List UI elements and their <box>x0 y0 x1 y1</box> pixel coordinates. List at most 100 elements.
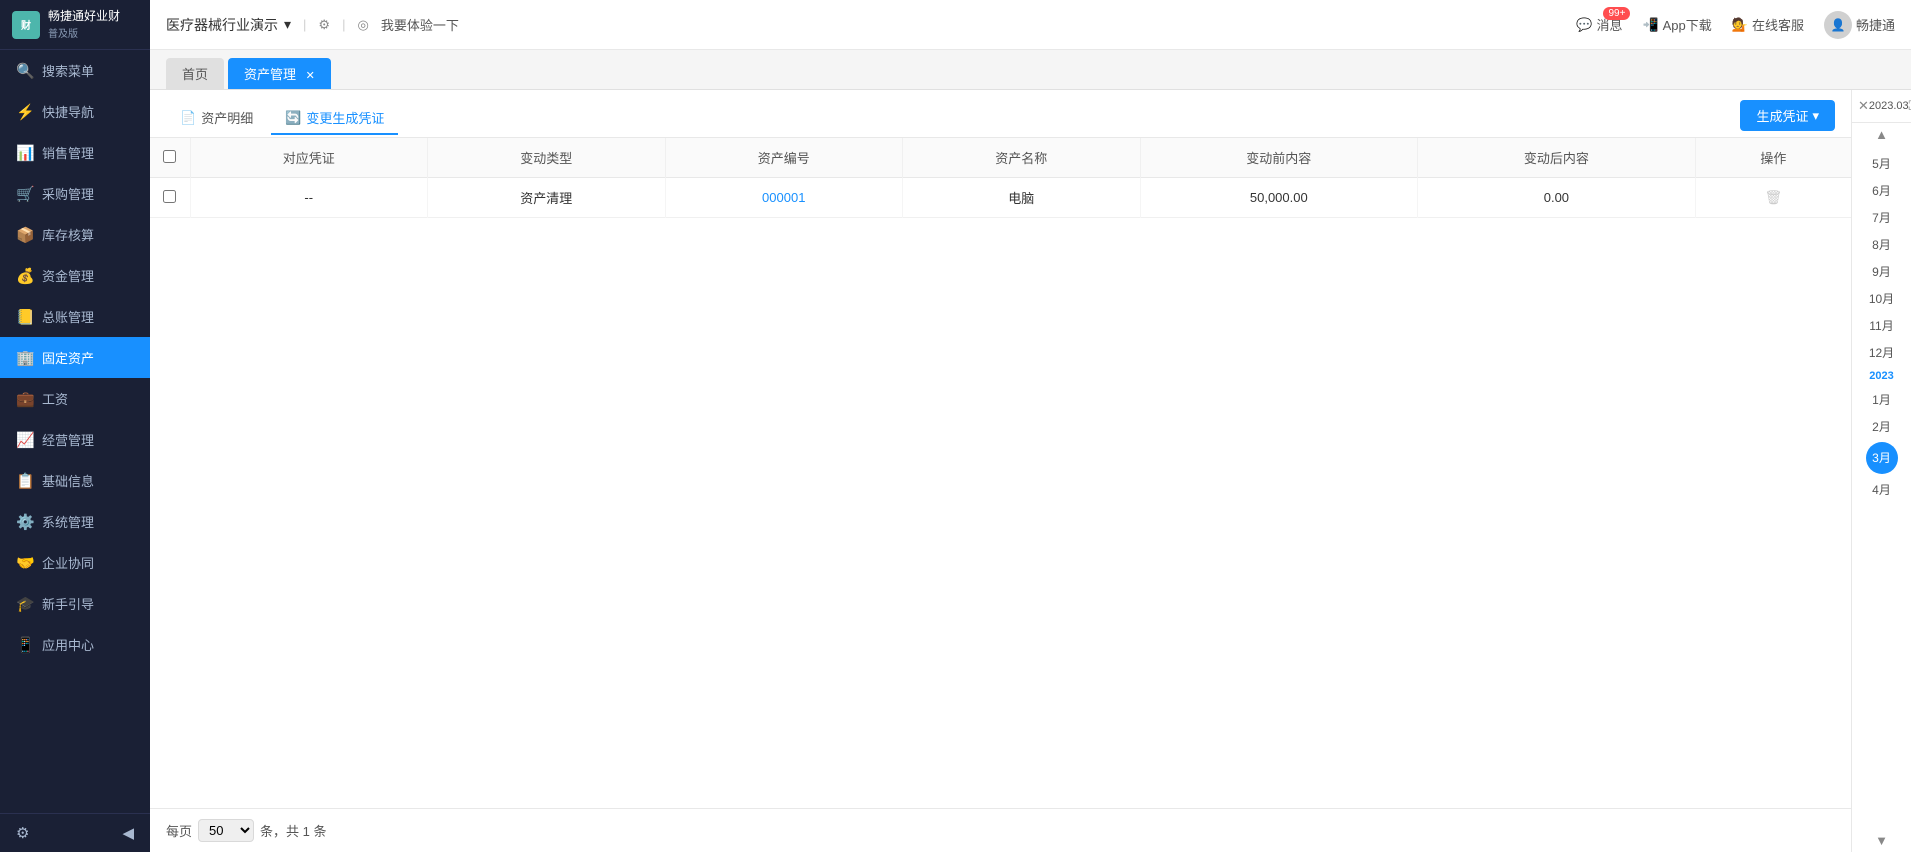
per-page-label: 每页 <box>166 821 192 840</box>
month-item[interactable]: 10月 <box>1852 285 1911 312</box>
sidebar-item-fixedasset[interactable]: 🏢 固定资产 <box>0 337 150 378</box>
topbar: 医疗器械行业演示 ▾ | ⚙ | ◎ 我要体验一下 💬 消息 99+ 📲 App… <box>150 0 1911 50</box>
appcenter-icon: 📱 <box>16 636 34 654</box>
sidebar-item-purchase[interactable]: 🛒 采购管理 <box>0 173 150 214</box>
generate-voucher-button[interactable]: 生成凭证 ▾ <box>1740 100 1835 131</box>
purchase-icon: 🛒 <box>16 185 34 203</box>
sidebar-item-salary[interactable]: 💼 工资 <box>0 378 150 419</box>
month-item[interactable]: 1月 <box>1852 386 1911 413</box>
month-item[interactable]: 3月 <box>1866 442 1898 474</box>
col-change-type: 变动类型 <box>428 138 666 178</box>
guide-icon: 🎓 <box>16 595 34 613</box>
row-before-change: 50,000.00 <box>1140 178 1418 218</box>
row-asset-code: 000001 <box>665 178 903 218</box>
sidebar-system-label: 系统管理 <box>42 512 94 531</box>
col-before-change: 变动前内容 <box>1140 138 1418 178</box>
side-panel-nav-down[interactable]: ▼ <box>1852 829 1911 852</box>
sidebar-salary-label: 工资 <box>42 389 68 408</box>
sidebar-item-guide[interactable]: 🎓 新手引导 <box>0 583 150 624</box>
online-service-label: 在线客服 <box>1752 15 1804 34</box>
sidebar-item-inventory[interactable]: 📦 库存核算 <box>0 214 150 255</box>
month-item[interactable]: 7月 <box>1852 204 1911 231</box>
system-icon: ⚙️ <box>16 513 34 531</box>
tab-change-voucher[interactable]: 🔄 变更生成凭证 <box>271 102 398 135</box>
sidebar-item-collab[interactable]: 🤝 企业协同 <box>0 542 150 583</box>
sidebar-ledger-label: 总账管理 <box>42 307 94 326</box>
collapse-icon[interactable]: ◀ <box>122 824 134 842</box>
sidebar: 财 畅捷通好业财 普及版 🔍 搜索菜单 ⚡ 快捷导航 📊 销售管理 🛒 采购管理… <box>0 0 150 852</box>
service-icon: 💁 <box>1732 17 1748 33</box>
sidebar-item-appcenter[interactable]: 📱 应用中心 <box>0 624 150 665</box>
sidebar-menu: 🔍 搜索菜单 ⚡ 快捷导航 📊 销售管理 🛒 采购管理 📦 库存核算 💰 资金管… <box>0 50 150 813</box>
sidebar-quicknav-label: 快捷导航 <box>42 102 94 121</box>
sidebar-search-label: 搜索菜单 <box>42 61 94 80</box>
col-asset-name: 资产名称 <box>903 138 1141 178</box>
operations-icon: 📈 <box>16 431 34 449</box>
month-item[interactable]: 4月 <box>1852 476 1911 503</box>
col-checkbox <box>150 138 190 178</box>
side-panel-nav-up[interactable]: ▲ <box>1852 123 1911 146</box>
toolbar-right: 生成凭证 ▾ <box>1740 100 1835 137</box>
month-item[interactable]: 9月 <box>1852 258 1911 285</box>
sidebar-collab-label: 企业协同 <box>42 553 94 572</box>
sidebar-item-ledger[interactable]: 📒 总账管理 <box>0 296 150 337</box>
user-avatar-button[interactable]: 👤 畅捷通 <box>1824 11 1895 39</box>
settings-gear-icon[interactable]: ⚙ <box>318 17 330 33</box>
fixedasset-icon: 🏢 <box>16 349 34 367</box>
sidebar-item-quicknav[interactable]: ⚡ 快捷导航 <box>0 91 150 132</box>
sidebar-funds-label: 资金管理 <box>42 266 94 285</box>
tab-home[interactable]: 首页 <box>166 58 224 89</box>
sidebar-guide-label: 新手引导 <box>42 594 94 613</box>
row-voucher: -- <box>190 178 428 218</box>
per-page-select[interactable]: 102050100 <box>198 819 254 842</box>
company-selector[interactable]: 医疗器械行业演示 ▾ <box>166 15 291 35</box>
tab-asset-label: 资产管理 <box>244 67 296 82</box>
sidebar-sales-label: 销售管理 <box>42 143 94 162</box>
sales-icon: 📊 <box>16 144 34 162</box>
generate-voucher-label: 生成凭证 <box>1756 106 1808 125</box>
side-panel-close-icon[interactable]: ✕ <box>1858 98 1869 114</box>
trial-text[interactable]: 我要体验一下 <box>381 15 459 34</box>
online-service-button[interactable]: 💁 在线客服 <box>1732 15 1804 34</box>
sidebar-appcenter-label: 应用中心 <box>42 635 94 654</box>
company-name: 医疗器械行业演示 <box>166 15 278 35</box>
row-after-change: 0.00 <box>1418 178 1696 218</box>
row-checkbox-cell <box>150 178 190 218</box>
sidebar-item-funds[interactable]: 💰 资金管理 <box>0 255 150 296</box>
sidebar-item-search[interactable]: 🔍 搜索菜单 <box>0 50 150 91</box>
month-item[interactable]: 11月 <box>1852 312 1911 339</box>
side-panel-header: ✕ 2023.03 ⛶ <box>1852 90 1911 123</box>
salary-icon: 💼 <box>16 390 34 408</box>
inner-tabs-bar: 📄 资产明细 🔄 变更生成凭证 生成凭证 ▾ <box>150 90 1851 138</box>
settings-icon[interactable]: ⚙ <box>16 824 29 842</box>
sidebar-logo: 财 畅捷通好业财 普及版 <box>0 0 150 50</box>
tab-change-voucher-label: 变更生成凭证 <box>306 108 384 127</box>
content-main: 📄 资产明细 🔄 变更生成凭证 生成凭证 ▾ <box>150 90 1851 852</box>
tabbar: 首页 资产管理 ✕ <box>150 50 1911 90</box>
month-item[interactable]: 6月 <box>1852 177 1911 204</box>
tab-asset[interactable]: 资产管理 ✕ <box>228 58 331 89</box>
chevron-down-icon2: ▾ <box>1812 108 1819 124</box>
select-all-checkbox[interactable] <box>163 150 176 163</box>
sidebar-item-sales[interactable]: 📊 销售管理 <box>0 132 150 173</box>
month-item[interactable]: 2月 <box>1852 413 1911 440</box>
sidebar-item-system[interactable]: ⚙️ 系统管理 <box>0 501 150 542</box>
month-item[interactable]: 8月 <box>1852 231 1911 258</box>
sidebar-item-basicinfo[interactable]: 📋 基础信息 <box>0 460 150 501</box>
side-panel-year-month: 2023.03 <box>1869 100 1909 112</box>
app-download-button[interactable]: 📲 App下载 <box>1642 15 1711 34</box>
sidebar-footer: ⚙ ◀ <box>0 813 150 852</box>
tab-home-label: 首页 <box>182 67 208 82</box>
month-item[interactable]: 12月 <box>1852 339 1911 366</box>
tab-close-icon[interactable]: ✕ <box>306 70 315 82</box>
col-after-change: 变动后内容 <box>1418 138 1696 178</box>
tab-asset-detail[interactable]: 📄 资产明细 <box>166 102 267 135</box>
messages-button[interactable]: 💬 消息 99+ <box>1576 15 1622 34</box>
col-asset-code: 资产编号 <box>665 138 903 178</box>
month-item[interactable]: 5月 <box>1852 150 1911 177</box>
row-checkbox[interactable] <box>163 190 176 203</box>
collab-icon: 🤝 <box>16 554 34 572</box>
logo-sub: 普及版 <box>48 25 120 40</box>
sidebar-item-operations[interactable]: 📈 经营管理 <box>0 419 150 460</box>
delete-icon[interactable]: 🗑 <box>1764 189 1782 205</box>
